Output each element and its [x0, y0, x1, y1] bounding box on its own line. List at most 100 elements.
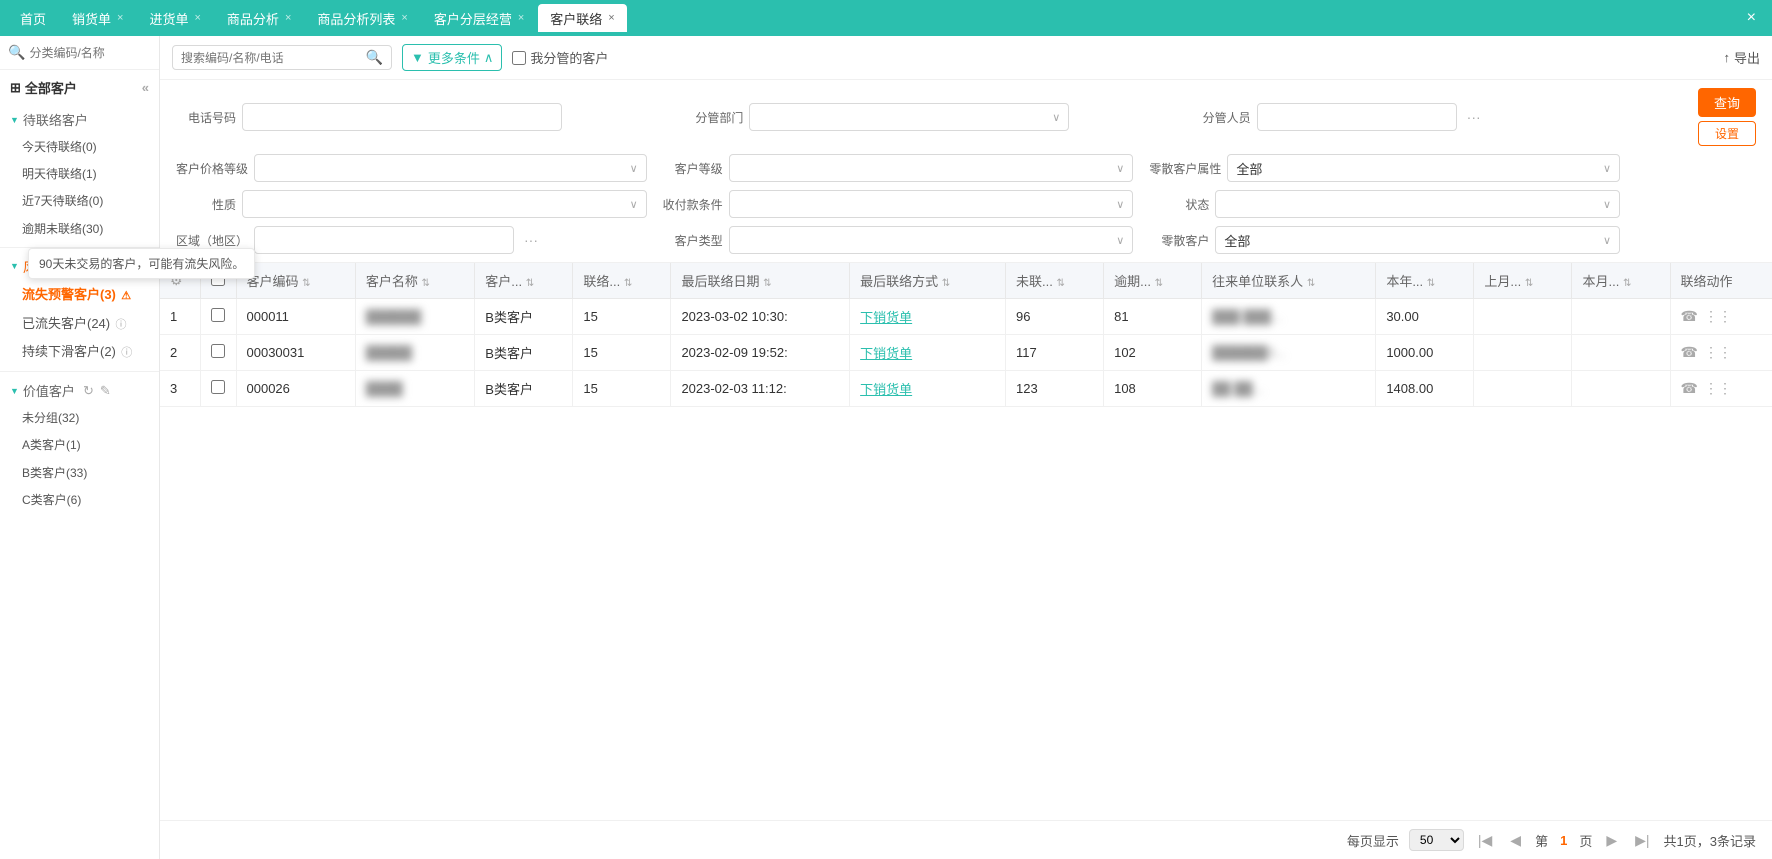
sort-icon-contact[interactable]: ⇅	[624, 278, 632, 289]
sidebar-group-risk-header[interactable]: ▼ 风险客户	[0, 252, 159, 281]
settings-button[interactable]: 设置	[1698, 121, 1756, 146]
sort-icon-method[interactable]: ⇅	[942, 278, 950, 289]
filter-payment-select[interactable]: ∨	[729, 190, 1134, 218]
sidebar-item-tomorrow[interactable]: 明天待联络(1)	[0, 161, 159, 188]
filter-payment: 收付款条件 ∨	[663, 190, 1134, 218]
sidebar-item-a-class[interactable]: A类客户(1)	[0, 432, 159, 459]
action-phone-icon[interactable]: ☎	[1681, 344, 1698, 361]
row-checkbox-1[interactable]	[211, 344, 225, 358]
tab-product-analysis-list-close[interactable]: ×	[401, 12, 407, 24]
tab-product-analysis-list[interactable]: 商品分析列表 ×	[305, 4, 419, 32]
sidebar-item-c-class[interactable]: C类客户(6)	[0, 487, 159, 514]
tab-product-analysis[interactable]: 商品分析 ×	[215, 4, 303, 32]
table-row: 3 000026 ████ B类客户 15 2023-02-03 11:12: …	[160, 371, 1772, 407]
sidebar-group-value-header[interactable]: ▼ 价值客户 ↻ ✎	[0, 376, 159, 405]
tab-purchase-order[interactable]: 进货单 ×	[137, 4, 212, 32]
filter-zero-attr-select[interactable]: 全部 ∨	[1227, 154, 1620, 182]
sort-icon-type[interactable]: ⇅	[526, 278, 534, 289]
filter-customer-grade-select[interactable]: ∨	[729, 154, 1134, 182]
action-phone-icon[interactable]: ☎	[1681, 380, 1698, 397]
filter-zero-attr: 零散客户属性 全部 ∨	[1149, 154, 1620, 182]
tab-customer-contact-close[interactable]: ×	[608, 12, 614, 24]
sort-icon-date[interactable]: ⇅	[763, 278, 771, 289]
sort-icon-last-month[interactable]: ⇅	[1525, 278, 1533, 289]
tab-customer-contact[interactable]: 客户联络 ×	[538, 4, 626, 32]
sort-icon-overdue[interactable]: ⇅	[1155, 278, 1163, 289]
filter-price-grade-select[interactable]: ∨	[254, 154, 647, 182]
edit-icon[interactable]: ✎	[100, 383, 111, 399]
chevron-down-icon-zero: ∨	[1603, 162, 1611, 175]
sidebar-all-customers[interactable]: ⊞ 全部客户 «	[0, 70, 159, 105]
tab-customer-segmentation-close[interactable]: ×	[518, 12, 524, 24]
first-page-btn[interactable]: |◀	[1474, 830, 1496, 851]
cell-action: ☎ ⋮⋮	[1670, 335, 1772, 371]
filter-region-more[interactable]: ···	[520, 232, 542, 248]
sidebar-item-churn-warning[interactable]: 流失预警客户(3) ⚠	[0, 281, 159, 310]
app-close-button[interactable]: ×	[1739, 9, 1764, 27]
tab-product-analysis-close[interactable]: ×	[285, 12, 291, 24]
contact-method-link[interactable]: 下销货单	[860, 382, 912, 397]
next-page-btn[interactable]: ▶	[1602, 830, 1621, 851]
filter-status-select[interactable]: ∨	[1215, 190, 1620, 218]
cell-type: B类客户	[475, 335, 573, 371]
sidebar-group-pending-header[interactable]: ▼ 待联络客户	[0, 105, 159, 134]
sidebar-item-ungroup[interactable]: 未分组(32)	[0, 405, 159, 432]
search-input[interactable]	[181, 51, 360, 65]
sidebar-item-overdue[interactable]: 逾期未联络(30)	[0, 216, 159, 243]
per-page-select[interactable]: 50 100 200	[1409, 829, 1464, 851]
sidebar-search-input[interactable]	[29, 46, 160, 60]
tab-sales-order-close[interactable]: ×	[117, 12, 123, 24]
filter-price-grade-label: 客户价格等级	[176, 160, 248, 177]
action-more-icon[interactable]: ⋮⋮	[1704, 344, 1732, 361]
sort-icon-uncontact[interactable]: ⇅	[1056, 278, 1064, 289]
prev-page-btn[interactable]: ◀	[1506, 830, 1525, 851]
sidebar-item-7days[interactable]: 近7天待联络(0)	[0, 188, 159, 215]
filter-customer-type-select[interactable]: ∨	[729, 226, 1134, 254]
last-page-btn[interactable]: ▶|	[1631, 830, 1653, 851]
tab-home[interactable]: 首页	[8, 4, 58, 32]
cell-this-month	[1572, 371, 1670, 407]
sort-icon-person[interactable]: ⇅	[1307, 278, 1315, 289]
row-checkbox-0[interactable]	[211, 308, 225, 322]
filter-phone-input[interactable]	[242, 103, 562, 131]
sort-icon-code[interactable]: ⇅	[302, 278, 310, 289]
filter-region-input[interactable]	[254, 226, 514, 254]
sidebar-item-b-class[interactable]: B类客户(33)	[0, 460, 159, 487]
action-more-icon[interactable]: ⋮⋮	[1704, 308, 1732, 325]
chevron-down-icon-type: ∨	[1116, 234, 1124, 247]
contact-method-link[interactable]: 下销货单	[860, 310, 912, 325]
my-customers-checkbox[interactable]	[512, 51, 526, 65]
filter-person-input[interactable]	[1257, 103, 1457, 131]
refresh-icon[interactable]: ↻	[83, 383, 94, 399]
export-button[interactable]: ↑ 导出	[1723, 48, 1760, 67]
th-code-label: 客户编码	[247, 274, 299, 289]
sort-icon-year[interactable]: ⇅	[1427, 278, 1435, 289]
tab-purchase-order-close[interactable]: ×	[194, 12, 200, 24]
column-settings-icon[interactable]: ⚙	[170, 272, 183, 288]
my-customers-checkbox-wrap[interactable]: 我分管的客户	[512, 48, 608, 67]
sort-icon-this-month[interactable]: ⇅	[1623, 278, 1631, 289]
query-button[interactable]: 查询	[1698, 88, 1756, 117]
filter-dept-select[interactable]: ∨	[749, 103, 1069, 131]
info-icon: ⓘ	[115, 319, 126, 331]
filter-person-more[interactable]: ···	[1463, 109, 1485, 125]
filter-row-2: 客户价格等级 ∨ 客户等级 ∨ 零散客户属性 全部	[176, 154, 1756, 182]
tab-sales-order[interactable]: 销货单 ×	[60, 4, 135, 32]
filter-zero-customer-select[interactable]: 全部 ∨	[1215, 226, 1620, 254]
action-more-icon[interactable]: ⋮⋮	[1704, 380, 1732, 397]
contact-method-link[interactable]: 下销货单	[860, 346, 912, 361]
action-phone-icon[interactable]: ☎	[1681, 308, 1698, 325]
cell-uncontact: 117	[1006, 335, 1104, 371]
tab-customer-segmentation[interactable]: 客户分层经营 ×	[422, 4, 536, 32]
sidebar-item-churned[interactable]: 已流失客户(24) ⓘ	[0, 310, 159, 339]
select-all-checkbox[interactable]	[211, 272, 225, 286]
sort-icon-name[interactable]: ⇅	[422, 278, 430, 289]
sidebar-item-today[interactable]: 今天待联络(0)	[0, 134, 159, 161]
sidebar-collapse-btn[interactable]: «	[142, 80, 149, 95]
filter-nature-select[interactable]: ∨	[242, 190, 647, 218]
search-button-icon[interactable]: 🔍	[366, 49, 383, 66]
more-conditions-button[interactable]: ▼ 更多条件 ∧	[402, 44, 502, 71]
filter-status: 状态 ∨	[1149, 190, 1620, 218]
sidebar-item-declining[interactable]: 持续下滑客户(2) ⓘ	[0, 338, 159, 367]
row-checkbox-2[interactable]	[211, 380, 225, 394]
